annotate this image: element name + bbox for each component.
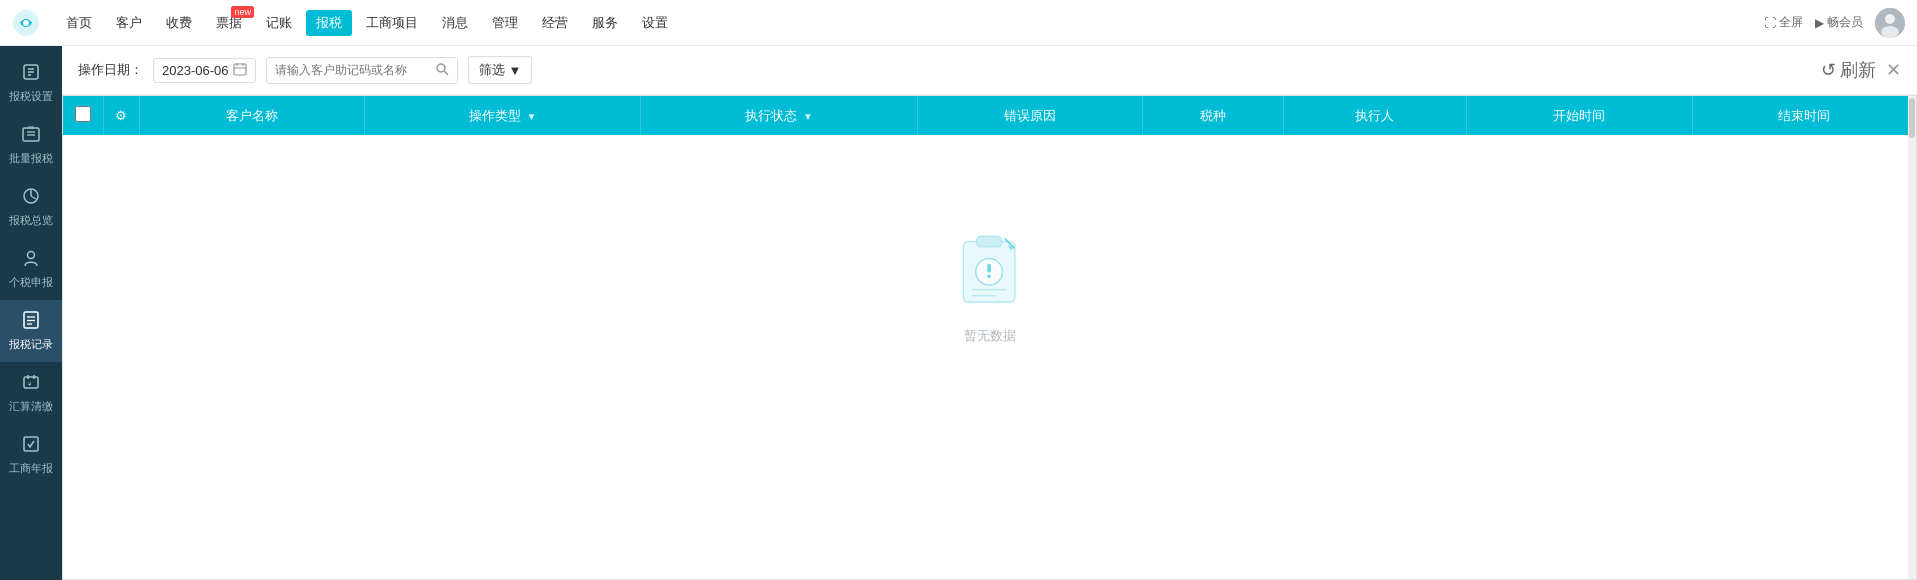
- close-button[interactable]: ✕: [1886, 59, 1901, 81]
- nav-message[interactable]: 消息: [432, 10, 478, 36]
- refresh-icon: ↺: [1821, 59, 1836, 81]
- scrollbar-thumb[interactable]: [1909, 98, 1915, 138]
- nav-customer[interactable]: 客户: [106, 10, 152, 36]
- date-label: 操作日期：: [78, 61, 143, 79]
- topnav-right: ⛶ 全屏 ▶ 畅会员: [1764, 8, 1905, 38]
- search-input[interactable]: [267, 59, 427, 81]
- tax-settings-icon: [21, 62, 41, 87]
- svg-point-34: [987, 274, 991, 278]
- svg-text:¥: ¥: [28, 381, 32, 387]
- search-box: [266, 57, 458, 84]
- sidebar-item-settlement[interactable]: ¥ 汇算清缴: [0, 362, 62, 424]
- th-tax-type: 税种: [1143, 96, 1284, 135]
- filter-icon-op: ▼: [527, 111, 537, 122]
- nav-bookkeeping[interactable]: 记账: [256, 10, 302, 36]
- table-body: 暂无数据: [63, 135, 1916, 435]
- records-table: ⚙ 客户名称 操作类型 ▼ 执行状态 ▼: [63, 96, 1916, 435]
- table-header-row: ⚙ 客户名称 操作类型 ▼ 执行状态 ▼: [63, 96, 1916, 135]
- th-checkbox[interactable]: [63, 96, 103, 135]
- th-operation-type[interactable]: 操作类型 ▼: [365, 96, 641, 135]
- svg-point-4: [1881, 26, 1899, 38]
- th-exec-status[interactable]: 执行状态 ▼: [641, 96, 917, 135]
- th-executor: 执行人: [1283, 96, 1466, 135]
- svg-point-3: [1885, 14, 1895, 24]
- nav-menu: 首页 客户 收费 票据 new 记账 报税 工商项目 消息 管理 经营 服务 设…: [56, 10, 1764, 36]
- gear-icon: ⚙: [115, 108, 127, 123]
- user-avatar[interactable]: [1875, 8, 1905, 38]
- chevron-down-icon: ▼: [509, 63, 522, 78]
- sidebar-item-tax-overview[interactable]: 报税总览: [0, 176, 62, 238]
- th-end-time: 结束时间: [1692, 96, 1916, 135]
- svg-rect-31: [976, 236, 1001, 247]
- filter-label: 筛选: [479, 61, 505, 79]
- toolbar-right: ↺ 刷新 ✕: [1821, 58, 1901, 82]
- page-content: 操作日期： 2023-06-06 筛选 ▼: [62, 46, 1917, 580]
- sidebar-item-annual-report[interactable]: 工商年报: [0, 424, 62, 486]
- tax-overview-icon: [21, 186, 41, 211]
- sidebar-item-tax-records[interactable]: 报税记录: [0, 300, 62, 362]
- vip-btn[interactable]: ▶ 畅会员: [1815, 14, 1863, 31]
- settlement-icon: ¥: [21, 372, 41, 397]
- date-value: 2023-06-06: [162, 63, 229, 78]
- nav-invoice[interactable]: 票据 new: [206, 10, 252, 36]
- nav-tax[interactable]: 报税: [306, 10, 352, 36]
- nav-operation[interactable]: 经营: [532, 10, 578, 36]
- svg-rect-33: [987, 264, 991, 273]
- svg-rect-24: [234, 64, 246, 75]
- svg-rect-12: [28, 126, 34, 129]
- nav-service[interactable]: 服务: [582, 10, 628, 36]
- sidebar-item-batch-tax[interactable]: 批量报税: [0, 114, 62, 176]
- search-button[interactable]: [427, 58, 457, 83]
- nav-home[interactable]: 首页: [56, 10, 102, 36]
- date-picker[interactable]: 2023-06-06: [153, 58, 256, 83]
- calendar-icon: [233, 62, 247, 79]
- filter-icon-status: ▼: [803, 111, 813, 122]
- sidebar-item-personal-tax[interactable]: 个税申报: [0, 238, 62, 300]
- refresh-button[interactable]: ↺ 刷新: [1821, 58, 1876, 82]
- nav-settings[interactable]: 设置: [632, 10, 678, 36]
- select-all-checkbox[interactable]: [75, 106, 91, 122]
- empty-state: 暂无数据: [63, 135, 1916, 435]
- vip-icon: ▶: [1815, 16, 1824, 30]
- sub-sidebar: 报税设置 批量报税 报税总览 个税申报: [0, 46, 62, 580]
- batch-tax-icon: [21, 124, 41, 149]
- toolbar: 操作日期： 2023-06-06 筛选 ▼: [62, 46, 1917, 95]
- nav-manage[interactable]: 管理: [482, 10, 528, 36]
- svg-point-1: [23, 20, 29, 26]
- th-customer-name: 客户名称: [139, 96, 365, 135]
- scrollbar[interactable]: [1908, 96, 1916, 579]
- app-logo[interactable]: [12, 9, 40, 37]
- empty-text: 暂无数据: [964, 327, 1016, 345]
- svg-line-29: [444, 71, 448, 75]
- sidebar-item-tax-settings[interactable]: 报税设置: [0, 52, 62, 114]
- empty-illustration: [950, 225, 1030, 315]
- personal-tax-icon: [21, 248, 41, 273]
- annual-report-icon: [21, 434, 41, 459]
- svg-point-28: [437, 64, 445, 72]
- svg-point-14: [28, 252, 35, 259]
- nav-business[interactable]: 工商项目: [356, 10, 428, 36]
- fullscreen-icon: ⛶: [1764, 16, 1776, 30]
- new-badge: new: [231, 6, 254, 18]
- svg-rect-23: [24, 437, 38, 451]
- top-navigation: 首页 客户 收费 票据 new 记账 报税 工商项目 消息 管理 经营 服务 设…: [0, 0, 1917, 46]
- filter-button[interactable]: 筛选 ▼: [468, 56, 533, 84]
- table-container[interactable]: ⚙ 客户名称 操作类型 ▼ 执行状态 ▼: [62, 95, 1917, 580]
- nav-fee[interactable]: 收费: [156, 10, 202, 36]
- th-start-time: 开始时间: [1466, 96, 1692, 135]
- th-gear[interactable]: ⚙: [103, 96, 139, 135]
- th-error-reason: 错误原因: [917, 96, 1143, 135]
- content-area: 报税设置 批量报税 报税总览 个税申报: [0, 46, 1917, 580]
- fullscreen-btn[interactable]: ⛶ 全屏: [1764, 14, 1803, 31]
- tax-records-icon: [21, 310, 41, 335]
